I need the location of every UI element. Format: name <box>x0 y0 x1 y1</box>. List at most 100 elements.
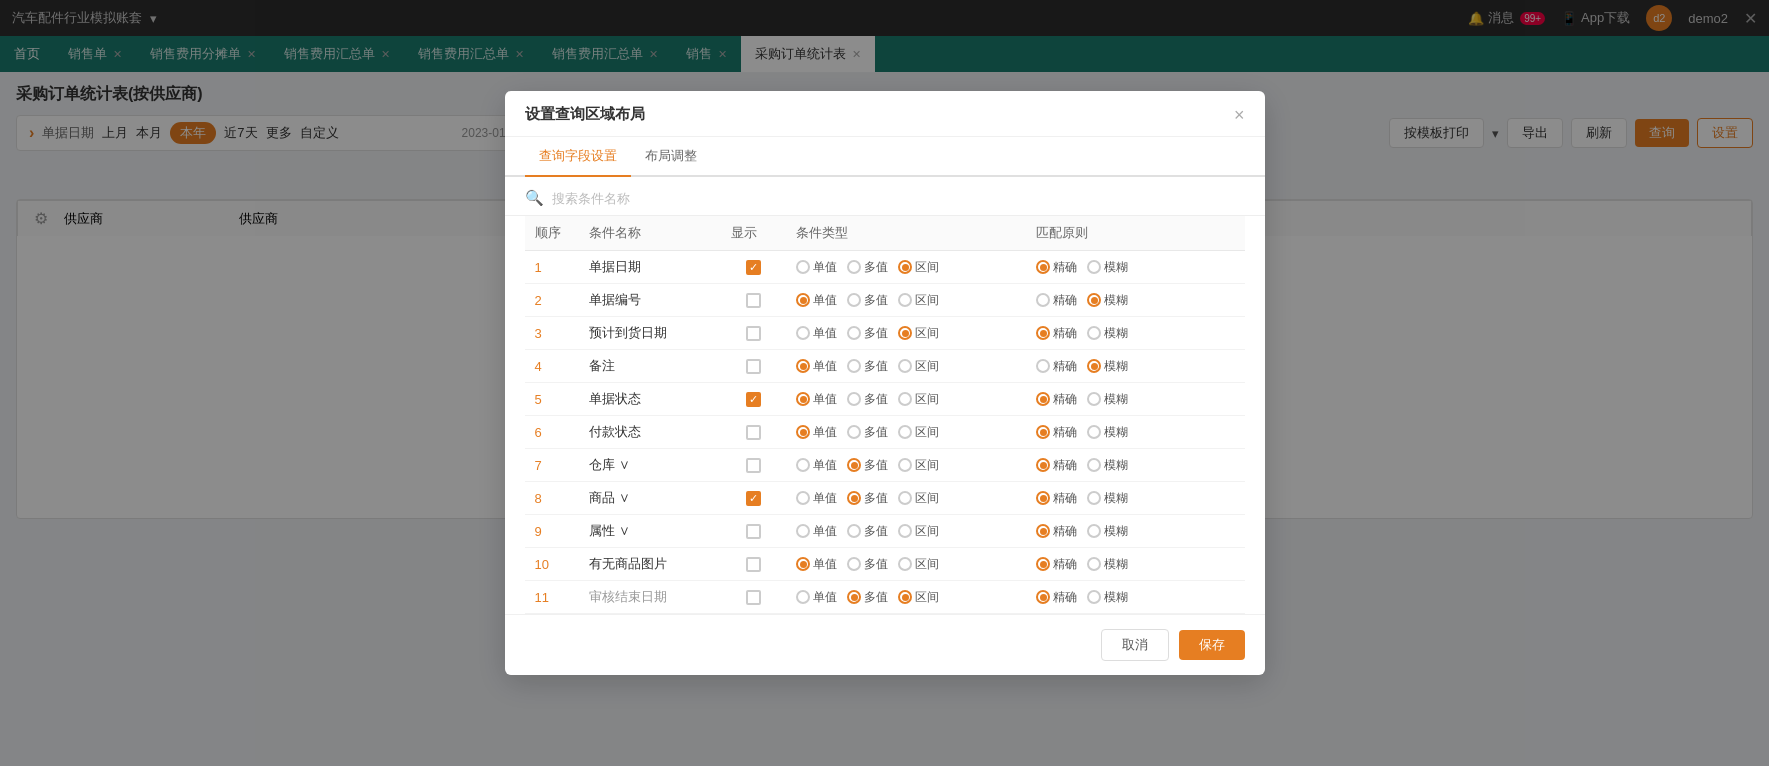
radio-label: 单值 <box>813 589 837 606</box>
radio-item[interactable]: 区间 <box>898 424 939 441</box>
radio-item[interactable]: 模糊 <box>1087 556 1128 573</box>
radio-item[interactable]: 多值 <box>847 490 888 507</box>
radio-item[interactable]: 区间 <box>898 556 939 573</box>
tab-layout-adjust[interactable]: 布局调整 <box>631 137 711 177</box>
radio-item[interactable]: 单值 <box>796 391 837 408</box>
radio-item[interactable]: 精确 <box>1036 523 1077 540</box>
radio-item[interactable]: 区间 <box>898 523 939 540</box>
row-display-checkbox[interactable] <box>721 350 786 383</box>
radio-item[interactable]: 精确 <box>1036 490 1077 507</box>
radio-item[interactable]: 单值 <box>796 259 837 276</box>
radio-item[interactable]: 模糊 <box>1087 391 1128 408</box>
radio-item[interactable]: 单值 <box>796 457 837 474</box>
radio-item[interactable]: 精确 <box>1036 358 1077 375</box>
row-display-checkbox[interactable] <box>721 251 786 284</box>
row-display-checkbox[interactable] <box>721 581 786 614</box>
row-display-checkbox[interactable] <box>721 284 786 317</box>
radio-group-type: 单值多值区间 <box>796 589 1016 606</box>
radio-item[interactable]: 区间 <box>898 259 939 276</box>
radio-item[interactable]: 多值 <box>847 424 888 441</box>
radio-item[interactable]: 多值 <box>847 589 888 606</box>
radio-group-rule: 精确模糊 <box>1036 523 1234 540</box>
radio-item[interactable]: 多值 <box>847 325 888 342</box>
radio-item[interactable]: 单值 <box>796 424 837 441</box>
checkbox[interactable] <box>746 425 761 440</box>
radio-item[interactable]: 精确 <box>1036 292 1077 309</box>
row-display-checkbox[interactable] <box>721 515 786 548</box>
radio-item[interactable]: 区间 <box>898 358 939 375</box>
radio-item[interactable]: 多值 <box>847 556 888 573</box>
row-display-checkbox[interactable] <box>721 383 786 416</box>
radio-item[interactable]: 模糊 <box>1087 589 1128 606</box>
cancel-button[interactable]: 取消 <box>1101 629 1169 661</box>
radio-item[interactable]: 精确 <box>1036 259 1077 276</box>
radio-circle <box>898 260 912 274</box>
th-rule: 匹配原则 <box>1026 216 1244 251</box>
row-display-checkbox[interactable] <box>721 449 786 482</box>
radio-item[interactable]: 模糊 <box>1087 457 1128 474</box>
checkbox[interactable] <box>746 491 761 506</box>
radio-item[interactable]: 模糊 <box>1087 424 1128 441</box>
radio-item[interactable]: 精确 <box>1036 589 1077 606</box>
radio-item[interactable]: 单值 <box>796 358 837 375</box>
radio-item[interactable]: 区间 <box>898 589 939 606</box>
radio-item[interactable]: 精确 <box>1036 556 1077 573</box>
radio-circle <box>847 590 861 604</box>
radio-item[interactable]: 模糊 <box>1087 325 1128 342</box>
radio-item[interactable]: 多值 <box>847 358 888 375</box>
radio-item[interactable]: 模糊 <box>1087 259 1128 276</box>
radio-item[interactable]: 多值 <box>847 391 888 408</box>
radio-item[interactable]: 模糊 <box>1087 523 1128 540</box>
radio-item[interactable]: 多值 <box>847 259 888 276</box>
row-display-checkbox[interactable] <box>721 416 786 449</box>
checkbox[interactable] <box>746 326 761 341</box>
radio-circle <box>898 590 912 604</box>
radio-item[interactable]: 模糊 <box>1087 358 1128 375</box>
radio-item[interactable]: 区间 <box>898 292 939 309</box>
radio-item[interactable]: 区间 <box>898 457 939 474</box>
dialog-close-icon[interactable]: × <box>1234 106 1245 124</box>
radio-item[interactable]: 区间 <box>898 325 939 342</box>
radio-item[interactable]: 精确 <box>1036 424 1077 441</box>
radio-item[interactable]: 单值 <box>796 556 837 573</box>
checkbox[interactable] <box>746 524 761 539</box>
radio-group-type: 单值多值区间 <box>796 325 1016 342</box>
row-display-checkbox[interactable] <box>721 548 786 581</box>
radio-item[interactable]: 单值 <box>796 325 837 342</box>
row-display-checkbox[interactable] <box>721 482 786 515</box>
checkbox[interactable] <box>746 293 761 308</box>
table-row: 1单据日期单值多值区间精确模糊 <box>525 251 1245 284</box>
radio-item[interactable]: 单值 <box>796 490 837 507</box>
radio-item[interactable]: 多值 <box>847 523 888 540</box>
save-button[interactable]: 保存 <box>1179 630 1245 660</box>
radio-label: 模糊 <box>1104 325 1128 342</box>
radio-item[interactable]: 多值 <box>847 292 888 309</box>
tab-field-settings[interactable]: 查询字段设置 <box>525 137 631 177</box>
radio-item[interactable]: 单值 <box>796 292 837 309</box>
radio-item[interactable]: 精确 <box>1036 457 1077 474</box>
checkbox[interactable] <box>746 590 761 605</box>
radio-item[interactable]: 区间 <box>898 490 939 507</box>
row-display-checkbox[interactable] <box>721 317 786 350</box>
radio-label: 单值 <box>813 490 837 507</box>
checkbox[interactable] <box>746 359 761 374</box>
checkbox[interactable] <box>746 557 761 572</box>
radio-circle <box>847 326 861 340</box>
radio-item[interactable]: 精确 <box>1036 391 1077 408</box>
radio-label: 区间 <box>915 391 939 408</box>
checkbox[interactable] <box>746 392 761 407</box>
radio-label: 精确 <box>1053 424 1077 441</box>
checkbox[interactable] <box>746 260 761 275</box>
radio-item[interactable]: 单值 <box>796 523 837 540</box>
radio-label: 多值 <box>864 292 888 309</box>
radio-item[interactable]: 模糊 <box>1087 292 1128 309</box>
search-input[interactable] <box>552 191 752 206</box>
radio-group-type: 单值多值区间 <box>796 358 1016 375</box>
checkbox[interactable] <box>746 458 761 473</box>
radio-item[interactable]: 精确 <box>1036 325 1077 342</box>
radio-item[interactable]: 单值 <box>796 589 837 606</box>
radio-item[interactable]: 区间 <box>898 391 939 408</box>
radio-item[interactable]: 多值 <box>847 457 888 474</box>
radio-item[interactable]: 模糊 <box>1087 490 1128 507</box>
row-rule-options: 精确模糊 <box>1026 482 1244 515</box>
